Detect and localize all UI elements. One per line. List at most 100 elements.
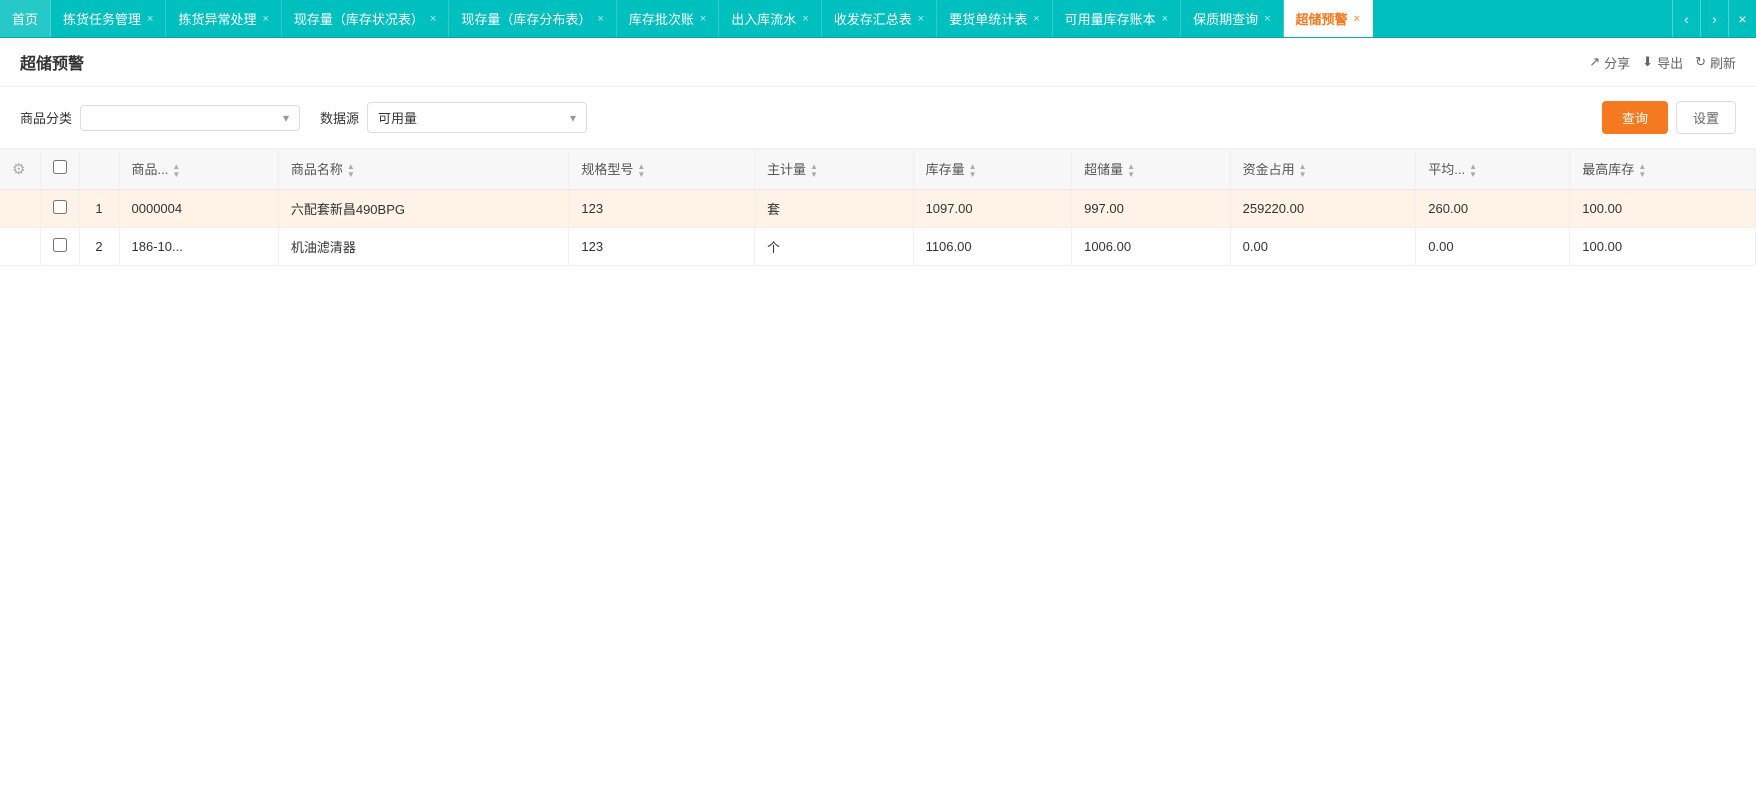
col-label-name: 商品名称 <box>291 162 343 177</box>
datasource-label: 数据源 <box>320 108 359 127</box>
data-table: ⚙ 商品...▲▼商品名称▲▼规格型号▲▼主计量▲▼库存量▲▼超储量▲▼资金占用▲… <box>0 149 1756 266</box>
cell-unit: 个 <box>755 227 914 265</box>
gear-icon[interactable]: ⚙ <box>12 161 25 178</box>
table-header: ⚙ 商品...▲▼商品名称▲▼规格型号▲▼主计量▲▼库存量▲▼超储量▲▼资金占用▲… <box>0 149 1756 189</box>
row-settings-cell <box>0 227 40 265</box>
nav-arrows: ‹ › × <box>1672 0 1756 38</box>
share-icon: ↗ <box>1589 54 1600 70</box>
refresh-icon: ↻ <box>1695 54 1706 70</box>
col-label-capital: 资金占用 <box>1243 162 1295 177</box>
filter-actions: 查询 设置 <box>1602 101 1736 134</box>
col-label-overstock: 超储量 <box>1084 162 1123 177</box>
export-button[interactable]: ⬇ 导出 <box>1642 53 1683 72</box>
export-icon: ⬇ <box>1642 54 1653 70</box>
col-label-spec: 规格型号 <box>581 162 633 177</box>
col-rownum <box>79 149 119 189</box>
nav-item-close[interactable]: × <box>918 13 924 25</box>
cell-stock: 1106.00 <box>913 227 1072 265</box>
nav-item-label: 保质期查询 <box>1193 9 1258 28</box>
category-dropdown-arrow: ▾ <box>283 111 289 125</box>
nav-item-available-stock[interactable]: 可用量库存账本 × <box>1053 0 1181 38</box>
settings-button[interactable]: 设置 <box>1676 101 1736 134</box>
cell-overstock: 997.00 <box>1072 189 1231 227</box>
nav-item-overstock-warning[interactable]: 超储预警 × <box>1284 0 1373 38</box>
nav-item-close[interactable]: × <box>1162 13 1168 25</box>
nav-item-exception-handle[interactable]: 拣货异常处理 × <box>166 0 281 38</box>
col-spec[interactable]: 规格型号▲▼ <box>569 149 755 189</box>
nav-arrow-left[interactable]: ‹ <box>1672 0 1700 38</box>
nav-item-label: 现存量（库存状况表） <box>294 9 424 28</box>
col-capital[interactable]: 资金占用▲▼ <box>1230 149 1416 189</box>
cell-stock: 1097.00 <box>913 189 1072 227</box>
page-header: 超储预警 ↗ 分享 ⬇ 导出 ↻ 刷新 <box>0 38 1756 87</box>
row-number: 2 <box>79 227 119 265</box>
row-checkbox[interactable] <box>53 200 67 214</box>
nav-item-close[interactable]: × <box>262 13 268 25</box>
row-check-cell[interactable] <box>40 189 79 227</box>
cell-maxstock: 100.00 <box>1570 227 1756 265</box>
nav-item-close[interactable]: × <box>1033 13 1039 25</box>
share-button[interactable]: ↗ 分享 <box>1589 53 1630 72</box>
col-checkbox[interactable] <box>40 149 79 189</box>
col-label-maxstock: 最高库存 <box>1582 162 1634 177</box>
cell-spec: 123 <box>569 227 755 265</box>
nav-item-label: 出入库流水 <box>731 9 796 28</box>
filter-group-category: 商品分类 ▾ <box>20 105 300 131</box>
nav-item-close[interactable]: × <box>1264 13 1270 25</box>
col-overstock[interactable]: 超储量▲▼ <box>1072 149 1231 189</box>
nav-item-collect-summary[interactable]: 收发存汇总表× <box>822 0 937 38</box>
row-check-cell[interactable] <box>40 227 79 265</box>
nav-item-stock-dist[interactable]: 现存量（库存分布表） × <box>449 0 616 38</box>
col-avg[interactable]: 平均...▲▼ <box>1416 149 1570 189</box>
query-button[interactable]: 查询 <box>1602 101 1668 134</box>
nav-arrow-close[interactable]: × <box>1728 0 1756 38</box>
cell-capital: 259220.00 <box>1230 189 1416 227</box>
filter-area: 商品分类 ▾ 数据源 可用量 ▾ 查询 设置 <box>0 87 1756 149</box>
col-stock[interactable]: 库存量▲▼ <box>913 149 1072 189</box>
top-navigation: 首页拣货任务管理×拣货异常处理×现存量（库存状况表）×现存量（库存分布表）×库存… <box>0 0 1756 38</box>
cell-capital: 0.00 <box>1230 227 1416 265</box>
cell-unit: 套 <box>755 189 914 227</box>
cell-maxstock: 100.00 <box>1570 189 1756 227</box>
nav-item-label: 现存量（库存分布表） <box>461 9 591 28</box>
nav-item-close[interactable]: × <box>597 13 603 25</box>
refresh-button[interactable]: ↻ 刷新 <box>1695 53 1736 72</box>
col-label-unit: 主计量 <box>767 162 806 177</box>
col-maxstock[interactable]: 最高库存▲▼ <box>1570 149 1756 189</box>
nav-item-order-stat[interactable]: 要货单统计表× <box>937 0 1052 38</box>
select-all-checkbox[interactable] <box>53 160 67 174</box>
table-row: 2186-10...机油滤清器123个1106.001006.000.000.0… <box>0 227 1756 265</box>
nav-item-close[interactable]: × <box>802 13 808 25</box>
nav-item-close[interactable]: × <box>430 13 436 25</box>
col-name[interactable]: 商品名称▲▼ <box>278 149 569 189</box>
nav-item-task-mgmt[interactable]: 拣货任务管理 × <box>51 0 166 38</box>
header-actions: ↗ 分享 ⬇ 导出 ↻ 刷新 <box>1589 53 1736 72</box>
page-container: 超储预警 ↗ 分享 ⬇ 导出 ↻ 刷新 商品分类 ▾ 数据源 <box>0 38 1756 800</box>
category-label: 商品分类 <box>20 108 72 127</box>
nav-item-stock-status[interactable]: 现存量（库存状况表） × <box>282 0 449 38</box>
row-checkbox[interactable] <box>53 238 67 252</box>
nav-item-label: 拣货任务管理 <box>63 9 141 28</box>
cell-name: 六配套新昌490BPG <box>278 189 569 227</box>
nav-item-label: 可用量库存账本 <box>1065 9 1156 28</box>
nav-item-inout-flow[interactable]: 出入库流水 × <box>719 0 821 38</box>
nav-item-stock-batch[interactable]: 库存批次账× <box>617 0 719 38</box>
nav-item-label: 首页 <box>12 9 38 28</box>
nav-arrow-right[interactable]: › <box>1700 0 1728 38</box>
nav-item-label: 超储预警 <box>1296 9 1348 28</box>
nav-item-close[interactable]: × <box>1354 13 1360 25</box>
table-body: 10000004六配套新昌490BPG123套1097.00997.002592… <box>0 189 1756 265</box>
category-select[interactable]: ▾ <box>80 105 300 131</box>
nav-item-label: 拣货异常处理 <box>178 9 256 28</box>
datasource-select[interactable]: 可用量 ▾ <box>367 102 587 133</box>
col-settings[interactable]: ⚙ <box>0 149 40 189</box>
col-label-code: 商品... <box>132 162 169 177</box>
cell-spec: 123 <box>569 189 755 227</box>
col-unit[interactable]: 主计量▲▼ <box>755 149 914 189</box>
nav-item-quality-check[interactable]: 保质期查询 × <box>1181 0 1283 38</box>
col-code[interactable]: 商品...▲▼ <box>119 149 278 189</box>
nav-item-close[interactable]: × <box>147 13 153 25</box>
nav-item-home[interactable]: 首页 <box>0 0 51 38</box>
col-label-avg: 平均... <box>1428 162 1465 177</box>
nav-item-close[interactable]: × <box>700 13 706 25</box>
